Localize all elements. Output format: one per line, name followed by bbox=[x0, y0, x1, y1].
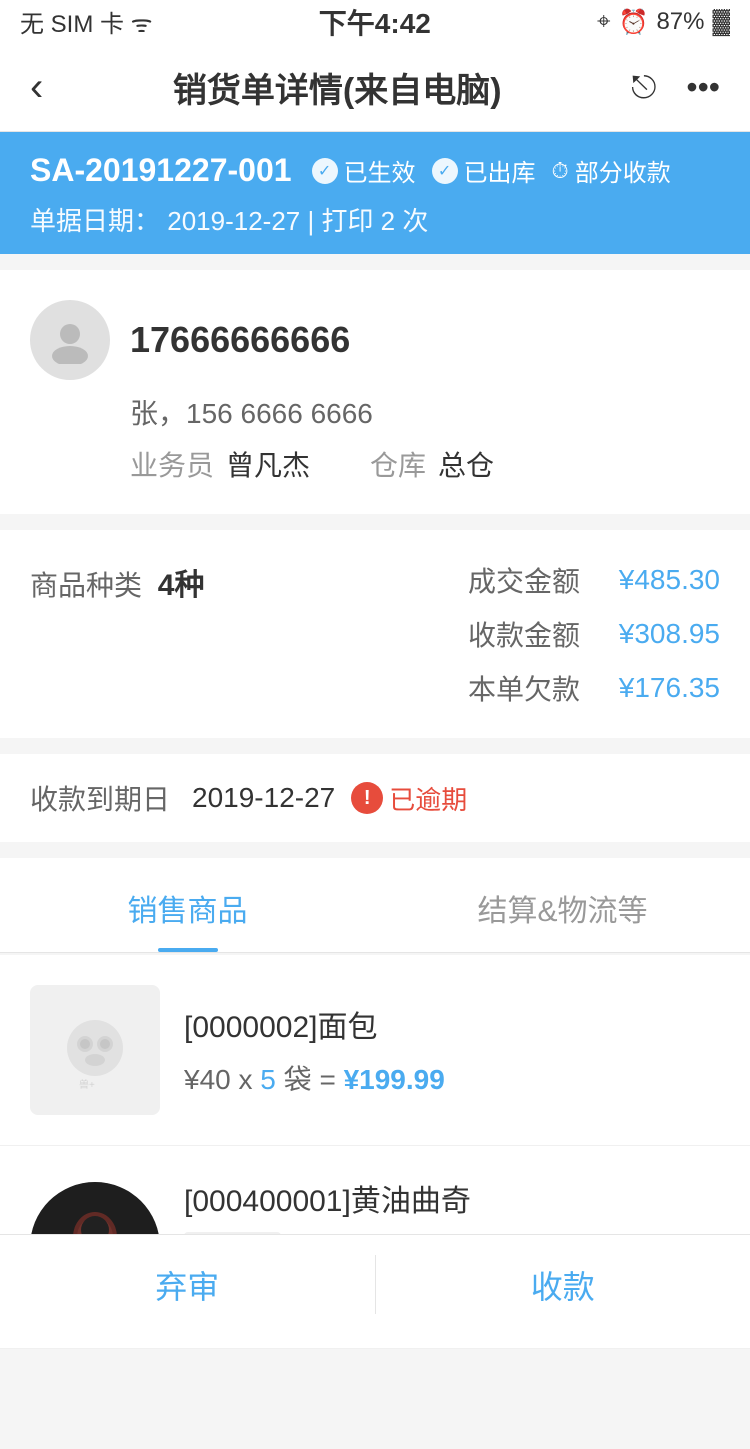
tag-effective-label: 已生效 bbox=[344, 153, 416, 188]
nav-bar: ‹ 销货单详情(来自电脑) ⎋ ••• bbox=[0, 44, 750, 132]
date-label: 单据日期： bbox=[30, 206, 160, 236]
customer-row: 17666666666 bbox=[30, 300, 720, 380]
category-row: 商品种类 4种 bbox=[30, 560, 204, 604]
location-icon: ⌖ bbox=[597, 8, 611, 36]
avatar bbox=[30, 300, 110, 380]
salesperson-label: 业务员 bbox=[130, 444, 214, 484]
tag-shipped: ✓ 已出库 bbox=[432, 153, 536, 188]
salesperson-value: 曾凡杰 bbox=[226, 444, 310, 484]
debt-label: 本单欠款 bbox=[468, 668, 580, 708]
price-eq-1: = bbox=[319, 1064, 343, 1095]
status-tags: ✓ 已生效 ✓ 已出库 ⏱ 部分收款 bbox=[312, 153, 671, 188]
price-unit-1: 袋 bbox=[284, 1064, 312, 1095]
warehouse-value: 总仓 bbox=[438, 444, 494, 484]
stats-section: 商品种类 4种 成交金额 ¥485.30 收款金额 ¥308.95 本单欠款 ¥… bbox=[0, 530, 750, 738]
due-date-value: 2019-12-27 bbox=[192, 782, 335, 814]
tag-partial: ⏱ 部分收款 bbox=[552, 153, 671, 188]
battery-icon: ▓ bbox=[713, 8, 731, 36]
sim-label: 无 SIM 卡 ᯤ bbox=[20, 4, 153, 40]
share-icon[interactable]: ⎋ bbox=[631, 69, 656, 107]
category-count: 4种 bbox=[158, 569, 205, 602]
stats-left: 商品种类 4种 bbox=[30, 560, 204, 604]
warehouse-item: 仓库 总仓 bbox=[370, 444, 494, 484]
price-total-1: ¥199.99 bbox=[344, 1064, 445, 1095]
banner-date: 单据日期： 2019-12-27 | 打印 2 次 bbox=[30, 201, 720, 238]
product-name-2: [000400001]黄油曲奇 bbox=[184, 1176, 720, 1220]
debt-value: ¥176.35 bbox=[600, 672, 720, 704]
warehouse-label: 仓库 bbox=[370, 444, 426, 484]
transaction-line: 成交金额 ¥485.30 bbox=[468, 560, 720, 600]
status-time: 下午4:42 bbox=[319, 2, 431, 42]
date-value: 2019-12-27 bbox=[167, 206, 300, 236]
check-icon-1: ✓ bbox=[312, 158, 338, 184]
receipt-value: ¥308.95 bbox=[600, 618, 720, 650]
battery-label: 87% bbox=[656, 8, 704, 36]
check-icon-2: ✓ bbox=[432, 158, 458, 184]
product-image-1: 兽+ bbox=[30, 985, 160, 1115]
status-right: ⌖ ⏰ 87% ▓ bbox=[597, 8, 730, 37]
customer-section: 17666666666 张，156 6666 6666 业务员 曾凡杰 仓库 总… bbox=[0, 270, 750, 514]
tab-sales-products[interactable]: 销售商品 bbox=[0, 858, 375, 952]
price-base-1: ¥40 bbox=[184, 1064, 231, 1095]
more-icon[interactable]: ••• bbox=[686, 69, 720, 106]
receipt-label: 收款金额 bbox=[468, 614, 580, 654]
tag-effective: ✓ 已生效 bbox=[312, 153, 416, 188]
overdue-text: 已逾期 bbox=[389, 780, 467, 817]
product-info-1: [0000002]面包 ¥40 x 5 袋 = ¥199.99 bbox=[184, 1002, 720, 1098]
cancel-button[interactable]: 弃审 bbox=[0, 1235, 375, 1334]
nav-actions: ⎋ ••• bbox=[631, 69, 720, 107]
banner-top: SA-20191227-001 ✓ 已生效 ✓ 已出库 ⏱ 部分收款 bbox=[30, 152, 720, 189]
stats-right: 成交金额 ¥485.30 收款金额 ¥308.95 本单欠款 ¥176.35 bbox=[468, 560, 720, 708]
due-label: 收款到期日 bbox=[30, 778, 170, 818]
tag-partial-label: 部分收款 bbox=[575, 153, 671, 188]
status-left: 无 SIM 卡 ᯤ bbox=[20, 4, 153, 40]
due-section: 收款到期日 2019-12-27 ! 已逾期 bbox=[0, 754, 750, 842]
category-label: 商品种类 bbox=[30, 570, 142, 601]
tabs-container: 销售商品 结算&物流等 bbox=[0, 858, 750, 953]
print-info: | 打印 2 次 bbox=[307, 206, 428, 236]
price-mult-1: x bbox=[239, 1064, 261, 1095]
confirm-button[interactable]: 收款 bbox=[376, 1235, 750, 1334]
alarm-icon: ⏰ bbox=[619, 8, 649, 37]
product-name-1: [0000002]面包 bbox=[184, 1002, 720, 1046]
order-number: SA-20191227-001 bbox=[30, 152, 292, 189]
overdue-badge: ! 已逾期 bbox=[351, 780, 467, 817]
bottom-bar: 弃审 收款 bbox=[0, 1234, 750, 1334]
tag-shipped-label: 已出库 bbox=[464, 153, 536, 188]
header-banner: SA-20191227-001 ✓ 已生效 ✓ 已出库 ⏱ 部分收款 单据日期：… bbox=[0, 132, 750, 254]
product-item: 兽+ [0000002]面包 ¥40 x 5 袋 = ¥199.99 bbox=[0, 955, 750, 1146]
salesperson-item: 业务员 曾凡杰 bbox=[130, 444, 310, 484]
debt-line: 本单欠款 ¥176.35 bbox=[468, 668, 720, 708]
price-qty-1: 5 bbox=[260, 1064, 276, 1095]
customer-name: 17666666666 bbox=[130, 319, 350, 361]
overdue-icon: ! bbox=[351, 782, 383, 814]
clock-icon: ⏱ bbox=[552, 158, 569, 184]
status-bar: 无 SIM 卡 ᯤ 下午4:42 ⌖ ⏰ 87% ▓ bbox=[0, 0, 750, 44]
page-title: 销货单详情(来自电脑) bbox=[173, 63, 502, 112]
transaction-label: 成交金额 bbox=[468, 560, 580, 600]
customer-meta: 业务员 曾凡杰 仓库 总仓 bbox=[130, 444, 720, 484]
tab-settlement[interactable]: 结算&物流等 bbox=[375, 858, 750, 952]
transaction-value: ¥485.30 bbox=[600, 564, 720, 596]
customer-sub: 张，156 6666 6666 bbox=[130, 392, 720, 432]
back-button[interactable]: ‹ bbox=[30, 65, 43, 110]
receipt-line: 收款金额 ¥308.95 bbox=[468, 614, 720, 654]
product-price-1: ¥40 x 5 袋 = ¥199.99 bbox=[184, 1058, 720, 1098]
svg-text:兽+: 兽+ bbox=[79, 1078, 95, 1090]
